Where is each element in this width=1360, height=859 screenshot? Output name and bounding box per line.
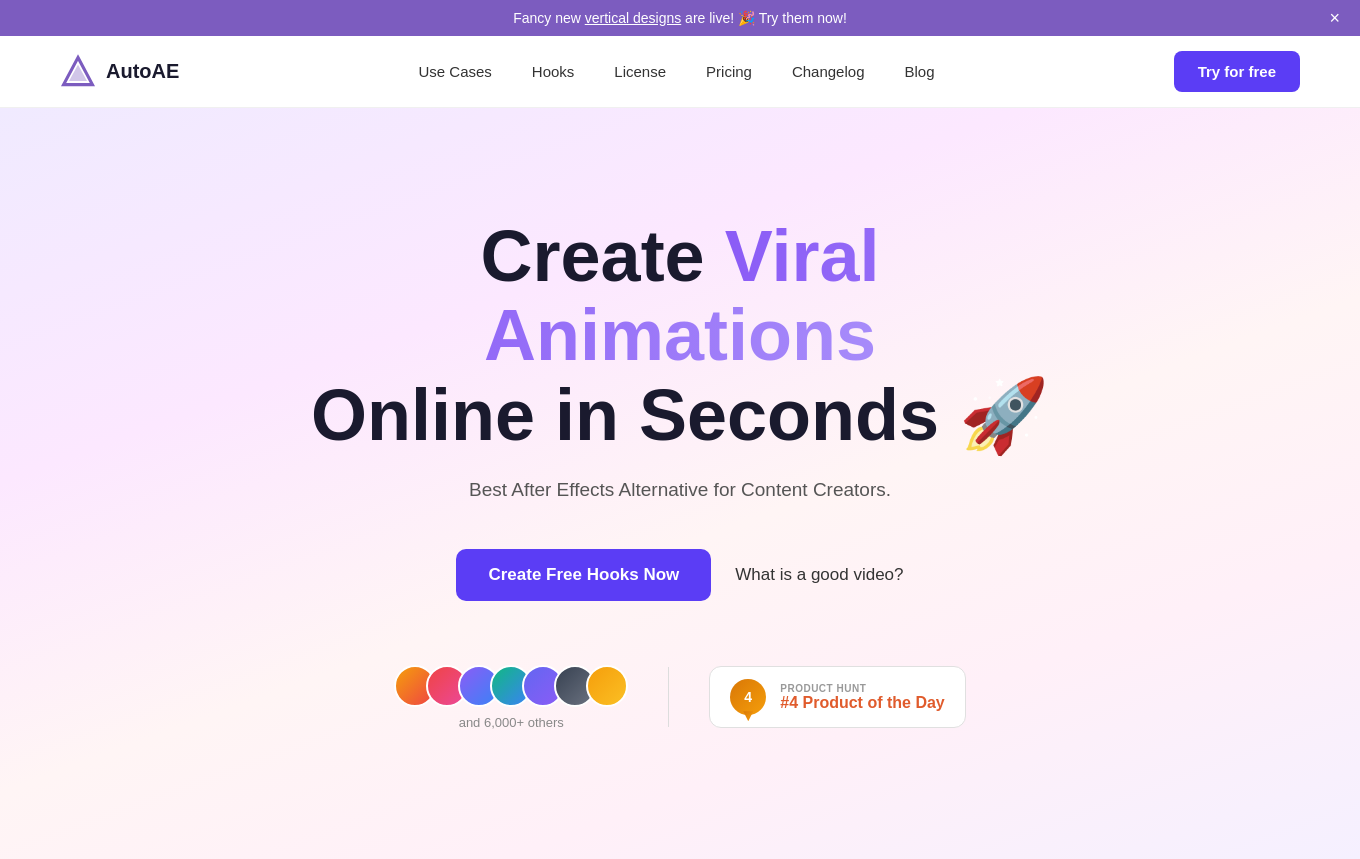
- hero-section: Create Viral Animations Online in Second…: [0, 108, 1360, 859]
- banner-link[interactable]: vertical designs: [585, 10, 682, 26]
- avatars-group: and 6,000+ others: [394, 665, 628, 730]
- divider: [668, 667, 669, 727]
- ph-rank: #4 Product of the Day: [780, 694, 944, 712]
- ph-label: PRODUCT HUNT: [780, 683, 944, 694]
- nav-changelog[interactable]: Changelog: [792, 63, 865, 80]
- product-hunt-badge[interactable]: 4 PRODUCT HUNT #4 Product of the Day: [709, 666, 965, 728]
- logo-text: AutoAE: [106, 60, 179, 83]
- create-hooks-button[interactable]: Create Free Hooks Now: [456, 549, 711, 601]
- nav-use-cases[interactable]: Use Cases: [418, 63, 491, 80]
- hero-cta-group: Create Free Hooks Now What is a good vid…: [456, 549, 903, 601]
- nav-license[interactable]: License: [614, 63, 666, 80]
- hero-title: Create Viral Animations Online in Second…: [280, 217, 1080, 455]
- nav-links: Use Cases Hooks License Pricing Changelo…: [418, 63, 934, 81]
- nav-pricing[interactable]: Pricing: [706, 63, 752, 80]
- logo[interactable]: AutoAE: [60, 54, 179, 90]
- logo-icon: [60, 54, 96, 90]
- nav-blog[interactable]: Blog: [904, 63, 934, 80]
- banner-close-button[interactable]: ×: [1329, 9, 1340, 27]
- ph-medal: 4: [730, 679, 766, 715]
- hero-subtitle: Best After Effects Alternative for Conte…: [469, 479, 891, 501]
- what-is-good-video-button[interactable]: What is a good video?: [735, 565, 903, 585]
- avatars-label: and 6,000+ others: [459, 715, 564, 730]
- banner-text: Fancy new vertical designs are live! 🎉 T…: [513, 10, 847, 26]
- avatars-row: [394, 665, 628, 707]
- avatar-7: [586, 665, 628, 707]
- nav-hooks[interactable]: Hooks: [532, 63, 575, 80]
- navbar: AutoAE Use Cases Hooks License Pricing C…: [0, 36, 1360, 108]
- announcement-banner: Fancy new vertical designs are live! 🎉 T…: [0, 0, 1360, 36]
- social-proof-section: and 6,000+ others 4 PRODUCT HUNT #4 Prod…: [394, 665, 965, 730]
- try-for-free-button[interactable]: Try for free: [1174, 51, 1300, 92]
- ph-text: PRODUCT HUNT #4 Product of the Day: [780, 683, 944, 712]
